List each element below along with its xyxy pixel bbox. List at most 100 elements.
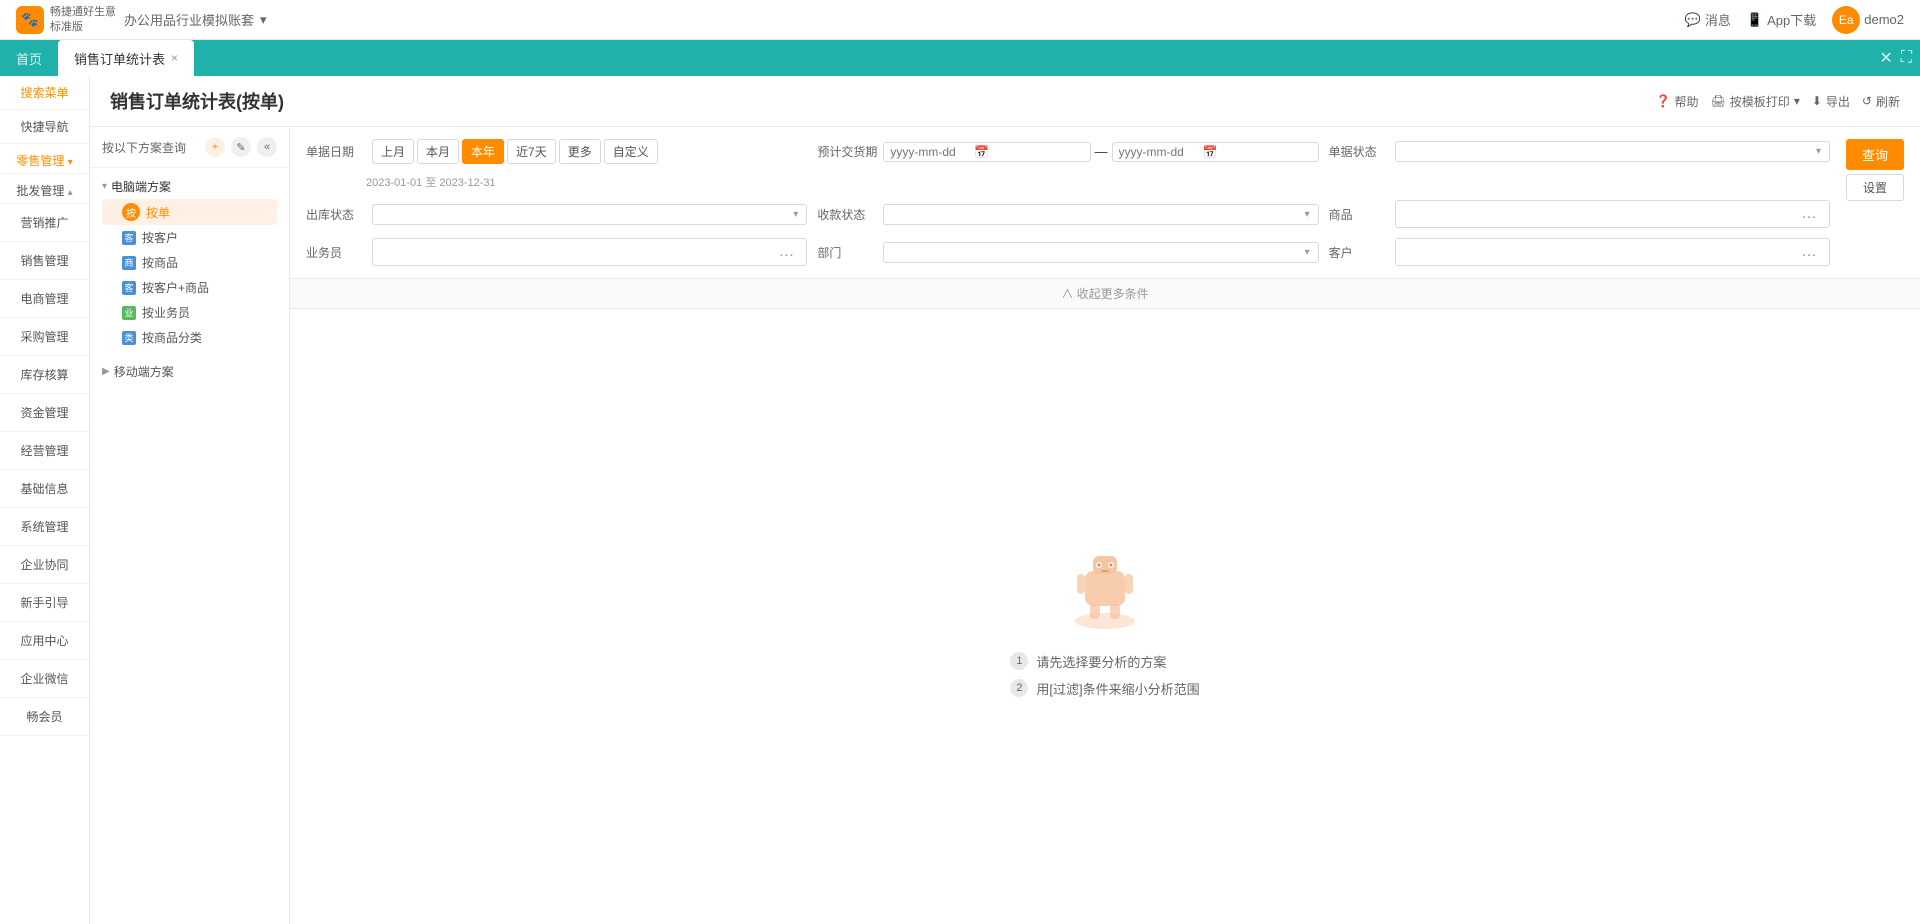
salesperson-cell: 业务员 … — [306, 238, 807, 266]
calendar-from-icon[interactable]: 📅 — [974, 145, 989, 159]
status-cell: 单据状态 ▾ — [1329, 139, 1830, 164]
app-icon: 📱 — [1747, 12, 1763, 28]
query-btn[interactable]: 查询 — [1846, 139, 1904, 170]
sidebar-item-finance[interactable]: 资金管理 — [0, 394, 89, 432]
company-selector[interactable]: 办公用品行业模拟账套 ▾ — [124, 10, 267, 29]
sidebar-item-apps[interactable]: 应用中心 — [0, 622, 89, 660]
expected-date-from[interactable]: 📅 — [883, 142, 1090, 162]
sidebar-item-newbie[interactable]: 新手引导 — [0, 584, 89, 622]
payment-select-arrow: ▾ — [1305, 209, 1310, 220]
date-filter-cell: 单据日期 上月 本月 本年 近7天 更多 自定义 — [306, 139, 807, 164]
help-btn[interactable]: ❓ 帮助 — [1656, 93, 1699, 110]
more-btn[interactable]: 更多 — [559, 139, 601, 164]
salesperson-input[interactable]: … — [372, 238, 807, 266]
mobile-group-header[interactable]: ▶ 移动端方案 — [102, 360, 281, 383]
main-panels: 按以下方案查询 + ✎ « ▾ 电脑端方案 按 按单 — [90, 127, 1920, 924]
customer-cell: 客户 … — [1329, 238, 1830, 266]
sidebar-item-retail[interactable]: 零售管理 ▾ — [0, 144, 89, 174]
calendar-to-icon[interactable]: 📅 — [1203, 145, 1218, 159]
user-area[interactable]: Ea demo2 — [1832, 6, 1904, 34]
last-month-btn[interactable]: 上月 — [372, 139, 414, 164]
salesperson-more-icon[interactable]: … — [774, 243, 798, 261]
window-close-icon[interactable]: ✕ — [1879, 48, 1892, 68]
collapse-panel-btn[interactable]: « — [257, 137, 277, 157]
payment-cell: 收款状态 ▾ — [817, 200, 1318, 228]
sidebar-item-members[interactable]: 畅会员 — [0, 698, 89, 736]
window-maximize-icon[interactable]: ⛶ — [1901, 49, 1912, 67]
edit-scheme-btn[interactable]: ✎ — [231, 137, 251, 157]
refresh-btn[interactable]: ↺ 刷新 — [1862, 93, 1900, 110]
action-buttons: 查询 设置 — [1846, 139, 1904, 201]
app-download-btn[interactable]: 📱 App下载 — [1747, 10, 1816, 29]
sidebar-item-marketing[interactable]: 营销推广 — [0, 204, 89, 242]
scheme-icon-by-product: 商 — [122, 256, 136, 270]
customer-input[interactable]: … — [1395, 238, 1830, 266]
hint-num-2: 2 — [1010, 679, 1028, 697]
payment-select[interactable]: ▾ — [883, 204, 1318, 225]
shipment-select[interactable]: ▾ — [372, 204, 807, 225]
scheme-icon-by-category: 类 — [122, 331, 136, 345]
export-btn[interactable]: ⬇ 导出 — [1812, 93, 1850, 110]
export-icon: ⬇ — [1812, 94, 1822, 108]
scheme-item-by-category[interactable]: 类 按商品分类 — [102, 325, 277, 350]
sidebar-item-quick[interactable]: 快捷导航 — [0, 110, 89, 144]
sidebar-item-wholesale[interactable]: 批发管理 ▴ — [0, 174, 89, 204]
product-input[interactable]: … — [1395, 200, 1830, 228]
print-btn[interactable]: 🖨 按模板打印 ▾ — [1711, 93, 1800, 110]
sidebar-item-system[interactable]: 系统管理 — [0, 508, 89, 546]
main-layout: 搜索菜单 快捷导航 零售管理 ▾ 批发管理 ▴ 营销推广 销售管理 电商管理 采… — [0, 76, 1920, 924]
expected-date-to[interactable]: 📅 — [1112, 142, 1319, 162]
tabbar: 首页 销售订单统计表 × ✕ ⛶ — [0, 40, 1920, 76]
sidebar-item-purchase[interactable]: 采购管理 — [0, 318, 89, 356]
collapse-bar[interactable]: ∧ 收起更多条件 — [290, 279, 1920, 309]
expected-date-to-input[interactable] — [1119, 145, 1199, 159]
company-dropdown-icon[interactable]: ▾ — [260, 12, 267, 28]
sidebar-item-enterprise[interactable]: 企业协同 — [0, 546, 89, 584]
shipment-select-arrow: ▾ — [793, 209, 798, 220]
hint-num-1: 1 — [1010, 652, 1028, 670]
tab-sales-order[interactable]: 销售订单统计表 × — [58, 40, 194, 76]
scheme-item-by-product[interactable]: 商 按商品 — [102, 250, 277, 275]
refresh-icon: ↺ — [1862, 94, 1872, 108]
scheme-icon-by-customer-product: 客 — [122, 281, 136, 295]
empty-illustration — [1055, 536, 1155, 636]
add-scheme-btn[interactable]: + — [205, 137, 225, 157]
sidebar-item-sales[interactable]: 销售管理 — [0, 242, 89, 280]
print-dropdown-icon: ▾ — [1794, 94, 1800, 108]
scheme-item-by-customer-product[interactable]: 客 按客户+商品 — [102, 275, 277, 300]
sidebar-item-inventory[interactable]: 库存核算 — [0, 356, 89, 394]
help-icon: ❓ — [1656, 94, 1671, 108]
customer-more-icon[interactable]: … — [1797, 243, 1821, 261]
left-panel: 按以下方案查询 + ✎ « ▾ 电脑端方案 按 按单 — [90, 127, 290, 924]
sidebar-item-ecommerce[interactable]: 电商管理 — [0, 280, 89, 318]
mobile-scheme-group: ▶ 移动端方案 — [90, 356, 289, 387]
scheme-icon-by-order: 按 — [122, 203, 140, 221]
logo-icon: 🐾 — [16, 6, 44, 34]
sidebar-item-operations[interactable]: 经营管理 — [0, 432, 89, 470]
tab-close-icon[interactable]: × — [171, 51, 178, 65]
sidebar-item-search[interactable]: 搜索菜单 — [0, 76, 89, 110]
sidebar-item-wechat[interactable]: 企业微信 — [0, 660, 89, 698]
custom-btn[interactable]: 自定义 — [604, 139, 658, 164]
scheme-item-by-salesperson[interactable]: 业 按业务员 — [102, 300, 277, 325]
scheme-item-by-order[interactable]: 按 按单 — [102, 199, 277, 225]
sidebar-item-basic[interactable]: 基础信息 — [0, 470, 89, 508]
department-cell: 部门 ▾ — [817, 238, 1318, 266]
desktop-group-header[interactable]: ▾ 电脑端方案 — [102, 174, 277, 199]
setting-btn[interactable]: 设置 — [1846, 174, 1904, 201]
message-icon: 💬 — [1685, 12, 1701, 28]
left-panel-icons: + ✎ « — [205, 137, 277, 157]
department-select[interactable]: ▾ — [883, 242, 1318, 263]
expected-date-from-input[interactable] — [890, 145, 970, 159]
message-btn[interactable]: 💬 消息 — [1685, 10, 1731, 29]
product-more-icon[interactable]: … — [1797, 205, 1821, 223]
empty-hint-2: 2 用[过滤]条件来缩小分析范围 — [1010, 679, 1199, 698]
tab-home[interactable]: 首页 — [0, 40, 58, 76]
page-header: 销售订单统计表(按单) ❓ 帮助 🖨 按模板打印 ▾ ⬇ 导出 ↺ 刷新 — [90, 76, 1920, 127]
filter-section: 单据日期 上月 本月 本年 近7天 更多 自定义 — [290, 127, 1920, 279]
status-select[interactable]: ▾ — [1395, 141, 1830, 162]
last7-btn[interactable]: 近7天 — [507, 139, 556, 164]
this-month-btn[interactable]: 本月 — [417, 139, 459, 164]
scheme-item-by-customer[interactable]: 客 按客户 — [102, 225, 277, 250]
this-year-btn[interactable]: 本年 — [462, 139, 504, 164]
